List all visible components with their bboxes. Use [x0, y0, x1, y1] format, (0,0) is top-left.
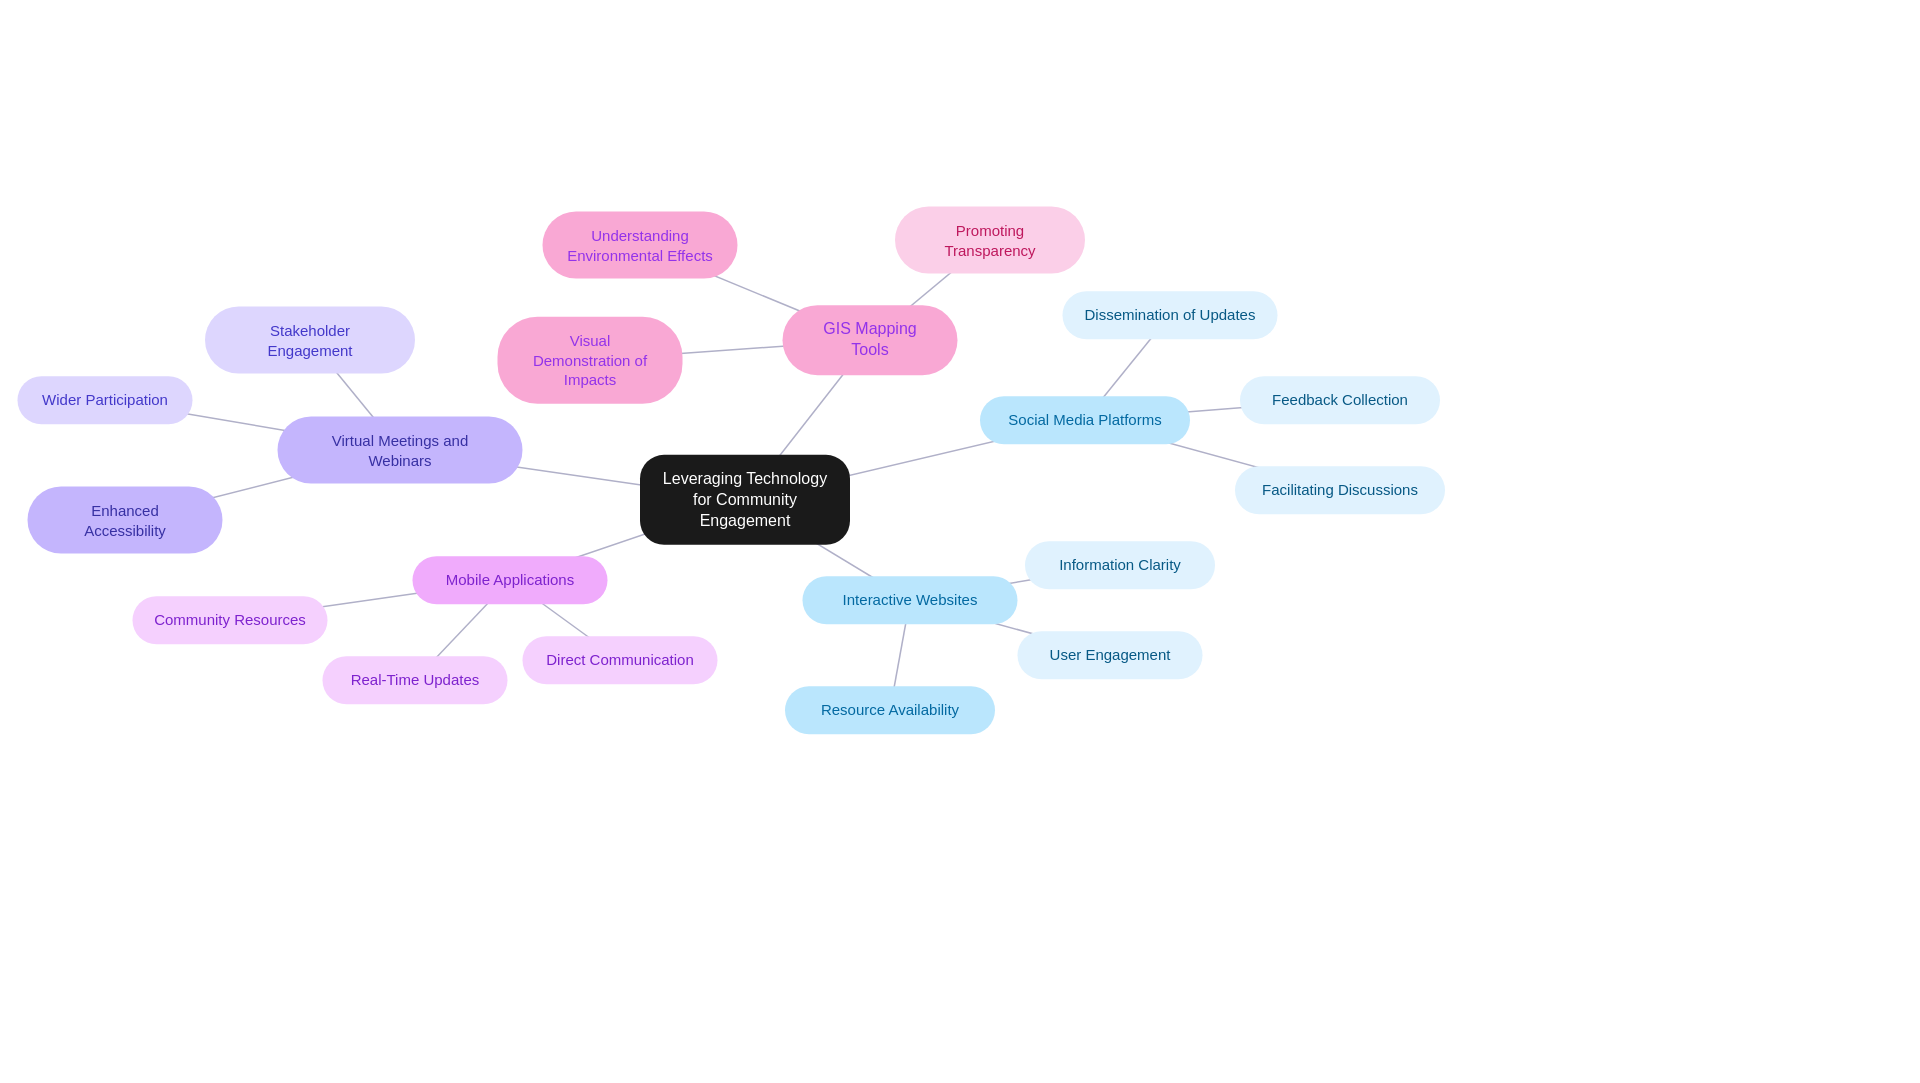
real-time-node: Real-Time Updates — [323, 656, 508, 704]
resource-availability-node: Resource Availability — [785, 686, 995, 734]
user-engagement-node: User Engagement — [1018, 631, 1203, 679]
promoting-transparency-node: Promoting Transparency — [895, 207, 1085, 274]
virtual-meetings-node: Virtual Meetings and Webinars — [278, 417, 523, 484]
dissemination-node: Dissemination of Updates — [1063, 291, 1278, 339]
wider-participation-node: Wider Participation — [18, 376, 193, 424]
stakeholder-node: Stakeholder Engagement — [205, 307, 415, 374]
community-resources-node: Community Resources — [133, 596, 328, 644]
understanding-env-node: Understanding Environmental Effects — [543, 212, 738, 279]
center-node: Leveraging Technology for Community Enga… — [640, 455, 850, 545]
mobile-apps-node: Mobile Applications — [413, 556, 608, 604]
information-clarity-node: Information Clarity — [1025, 541, 1215, 589]
social-media-node: Social Media Platforms — [980, 396, 1190, 444]
connection-lines — [0, 0, 1920, 1083]
facilitating-node: Facilitating Discussions — [1235, 466, 1445, 514]
interactive-websites-node: Interactive Websites — [803, 576, 1018, 624]
enhanced-accessibility-node: Enhanced Accessibility — [28, 487, 223, 554]
direct-comm-node: Direct Communication — [523, 636, 718, 684]
feedback-node: Feedback Collection — [1240, 376, 1440, 424]
visual-demo-node: Visual Demonstration of Impacts — [498, 317, 683, 404]
gis-mapping-node: GIS Mapping Tools — [783, 305, 958, 375]
mind-map: Leveraging Technology for Community Enga… — [0, 0, 1920, 1083]
